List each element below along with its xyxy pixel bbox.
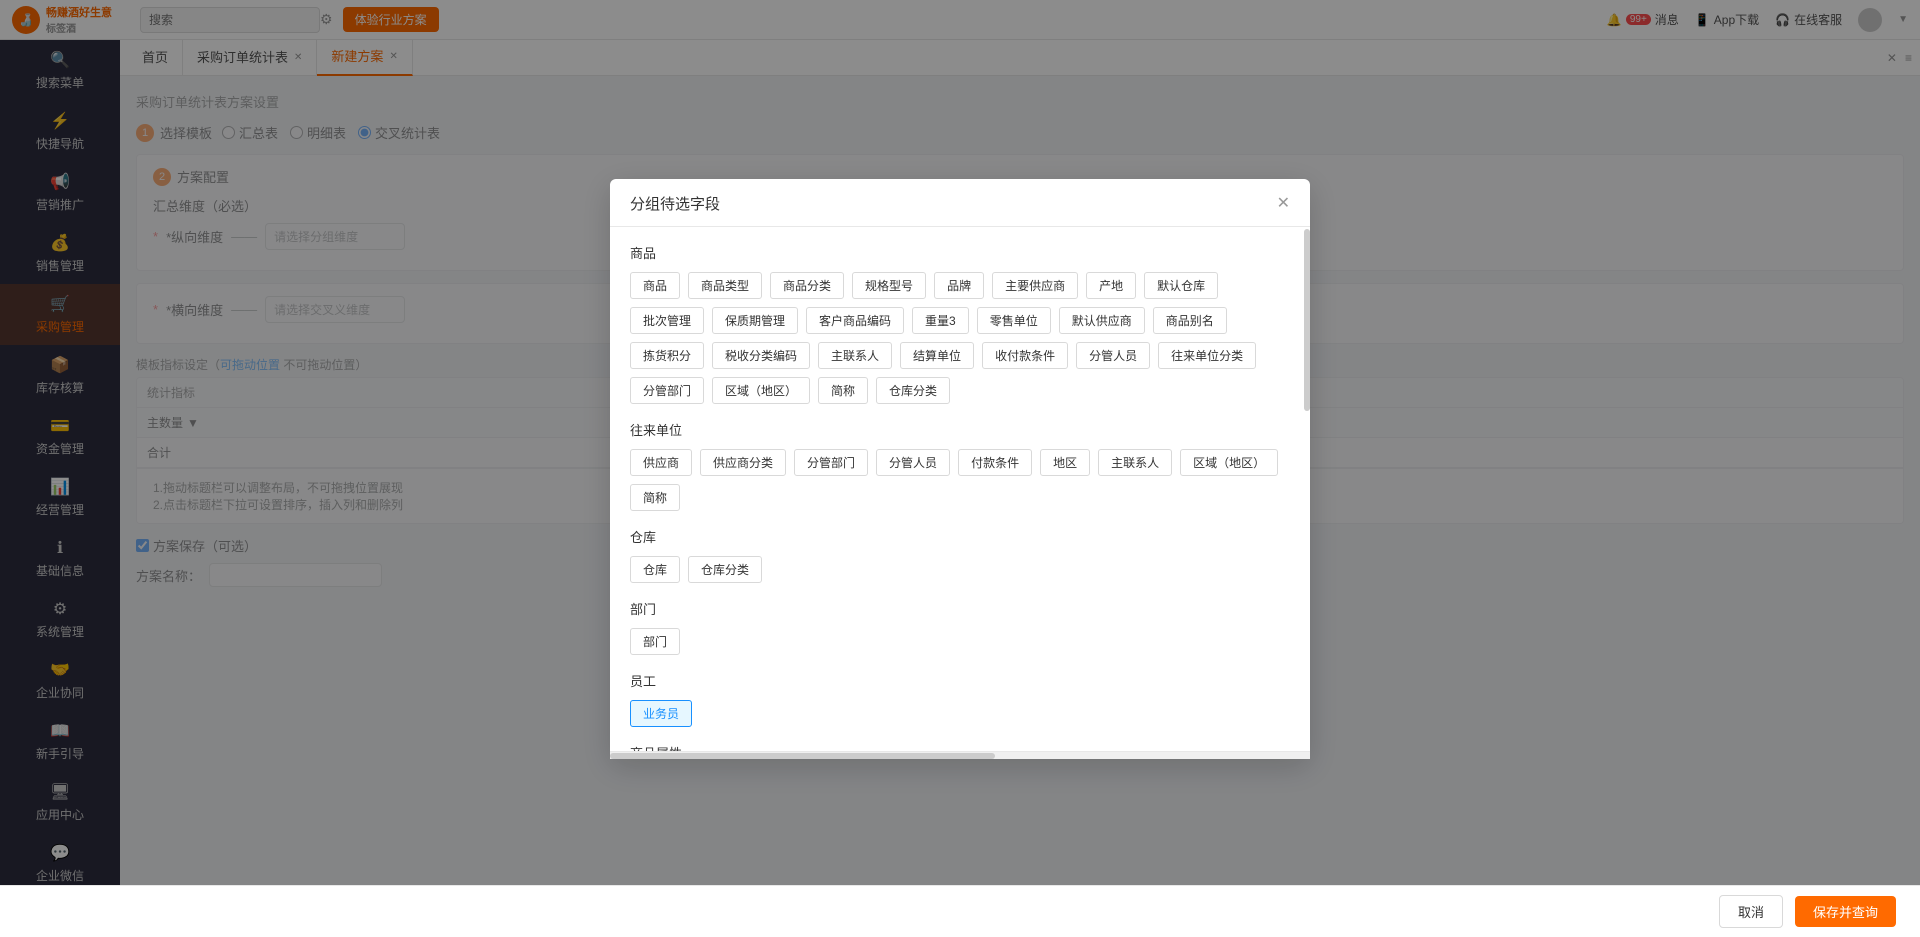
modal-hscroll[interactable] (610, 751, 1310, 759)
tag-shelf-life[interactable]: 保质期管理 (712, 307, 798, 334)
section-attr-title: 商品属性 (630, 743, 1290, 751)
cancel-button[interactable]: 取消 (1719, 895, 1783, 928)
tag-short2[interactable]: 简称 (630, 484, 680, 511)
save-button[interactable]: 保存并查询 (1795, 896, 1896, 927)
tag-area[interactable]: 地区 (1040, 449, 1090, 476)
tag-region2[interactable]: 区域（地区） (1180, 449, 1278, 476)
tag-origin[interactable]: 产地 (1086, 272, 1136, 299)
section-employee-title: 员工 (630, 671, 1290, 690)
section-dept: 部门 部门 (630, 599, 1290, 655)
tag-goods-type[interactable]: 商品类型 (688, 272, 762, 299)
section-dept-title: 部门 (630, 599, 1290, 618)
modal-vscroll-thumb (1304, 229, 1310, 412)
section-goods: 商品 商品 商品类型 商品分类 规格型号 品牌 主要供应商 产地 默认仓库 批次… (630, 243, 1290, 404)
modal-header: 分组待选字段 ✕ (610, 179, 1310, 227)
modal-hscroll-thumb (610, 753, 995, 759)
section-attr: 商品属性 属性 颜色 多规格 尺码 鞋码 1 (630, 743, 1290, 751)
tag-admin-person[interactable]: 分管人员 (876, 449, 950, 476)
tag-salesperson[interactable]: 业务员 (630, 700, 692, 727)
tag-goods-cat[interactable]: 商品分类 (770, 272, 844, 299)
tag-batch[interactable]: 批次管理 (630, 307, 704, 334)
section-employee-tags: 业务员 (630, 700, 1290, 727)
tag-default-warehouse[interactable]: 默认仓库 (1144, 272, 1218, 299)
tag-retail-unit[interactable]: 零售单位 (977, 307, 1051, 334)
tag-tax-code[interactable]: 税收分类编码 (712, 342, 810, 369)
modal-close-btn[interactable]: ✕ (1277, 193, 1290, 213)
tag-dept[interactable]: 分管部门 (630, 377, 704, 404)
section-partner-title: 往来单位 (630, 420, 1290, 439)
tag-short-name[interactable]: 简称 (818, 377, 868, 404)
section-warehouse-title: 仓库 (630, 527, 1290, 546)
tag-warehouse[interactable]: 仓库 (630, 556, 680, 583)
tag-alias[interactable]: 商品别名 (1153, 307, 1227, 334)
tag-main-contact[interactable]: 主联系人 (818, 342, 892, 369)
tag-payment-cond[interactable]: 付款条件 (958, 449, 1032, 476)
tag-admin-dept[interactable]: 分管部门 (794, 449, 868, 476)
tag-payment-terms[interactable]: 收付款条件 (982, 342, 1068, 369)
tag-department[interactable]: 部门 (630, 628, 680, 655)
tag-customer-code[interactable]: 客户商品编码 (806, 307, 904, 334)
section-dept-tags: 部门 (630, 628, 1290, 655)
tag-main-supplier[interactable]: 主要供应商 (992, 272, 1078, 299)
section-partner: 往来单位 供应商 供应商分类 分管部门 分管人员 付款条件 地区 主联系人 区域… (630, 420, 1290, 511)
section-partner-tags: 供应商 供应商分类 分管部门 分管人员 付款条件 地区 主联系人 区域（地区） … (630, 449, 1290, 511)
tag-warehouse-cat[interactable]: 仓库分类 (876, 377, 950, 404)
modal-title: 分组待选字段 (630, 193, 720, 214)
tag-spec[interactable]: 规格型号 (852, 272, 926, 299)
tag-admin[interactable]: 分管人员 (1076, 342, 1150, 369)
tag-partner-cat[interactable]: 往来单位分类 (1158, 342, 1256, 369)
section-warehouse-tags: 仓库 仓库分类 (630, 556, 1290, 583)
bottom-bar: 取消 保存并查询 (0, 885, 1920, 937)
tag-supplier[interactable]: 供应商 (630, 449, 692, 476)
tag-default-supplier[interactable]: 默认供应商 (1059, 307, 1145, 334)
tag-region[interactable]: 区域（地区） (712, 377, 810, 404)
section-goods-tags: 商品 商品类型 商品分类 规格型号 品牌 主要供应商 产地 默认仓库 批次管理 … (630, 272, 1290, 404)
modal-vscroll[interactable] (1304, 229, 1310, 751)
tag-contact[interactable]: 主联系人 (1098, 449, 1172, 476)
section-employee: 员工 业务员 (630, 671, 1290, 727)
tag-warehouse-cat2[interactable]: 仓库分类 (688, 556, 762, 583)
modal: 分组待选字段 ✕ 商品 商品 商品类型 商品分类 规格型号 品牌 主要供应商 产… (610, 179, 1310, 759)
modal-overlay: 分组待选字段 ✕ 商品 商品 商品类型 商品分类 规格型号 品牌 主要供应商 产… (0, 0, 1920, 937)
tag-weight[interactable]: 重量3 (912, 307, 969, 334)
tag-brand[interactable]: 品牌 (934, 272, 984, 299)
section-goods-title: 商品 (630, 243, 1290, 262)
modal-body: 商品 商品 商品类型 商品分类 规格型号 品牌 主要供应商 产地 默认仓库 批次… (610, 227, 1310, 751)
tag-settle-unit[interactable]: 结算单位 (900, 342, 974, 369)
tag-supplier-cat[interactable]: 供应商分类 (700, 449, 786, 476)
section-warehouse: 仓库 仓库 仓库分类 (630, 527, 1290, 583)
tag-pick-score[interactable]: 拣货积分 (630, 342, 704, 369)
tag-goods[interactable]: 商品 (630, 272, 680, 299)
